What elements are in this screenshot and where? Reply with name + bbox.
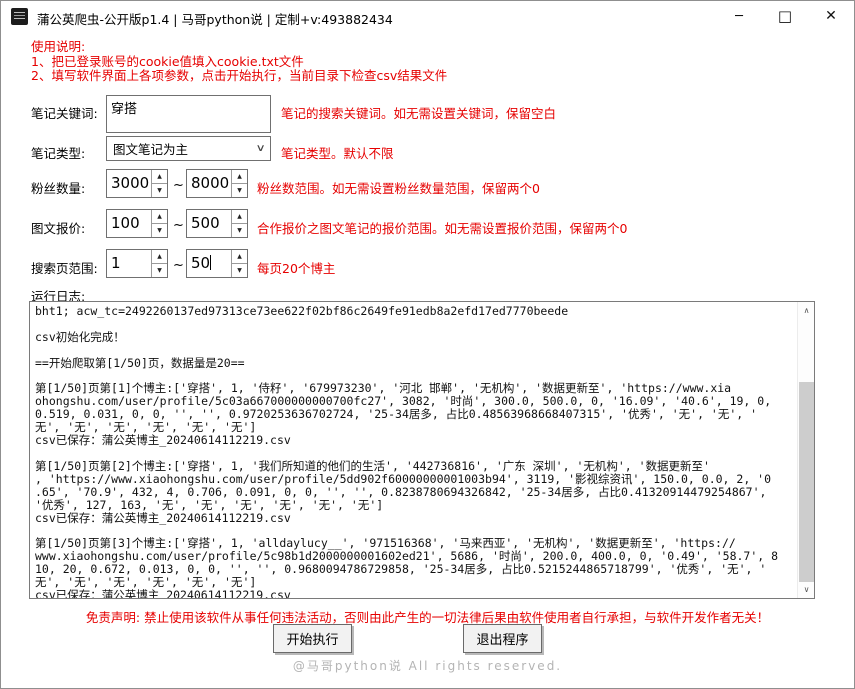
disclaimer-text: 免责声明: 禁止使用该软件从事任何违法活动，否则由此产生的一切法律后果由软件使用… bbox=[85, 610, 770, 625]
spin-down-icon[interactable]: ▼ bbox=[232, 184, 247, 197]
price-max-spinner[interactable]: 500 ▲ ▼ bbox=[186, 209, 248, 238]
pages-max-value: 50 bbox=[191, 254, 211, 272]
scroll-down-icon[interactable]: ∨ bbox=[798, 581, 815, 598]
run-log-panel: bht1; acw_tc=2492260137ed97313ce73ee622f… bbox=[29, 301, 815, 599]
spin-down-icon[interactable]: ▼ bbox=[152, 264, 167, 277]
maximize-icon[interactable]: □ bbox=[762, 1, 808, 31]
price-min-spinner[interactable]: 100 ▲ ▼ bbox=[106, 209, 168, 238]
title-bar[interactable]: 蒲公英爬虫-公开版p1.4 | 马哥python说 | 定制+v:4938824… bbox=[1, 1, 854, 31]
spin-up-icon[interactable]: ▲ bbox=[232, 170, 247, 184]
fans-min-spinner[interactable]: 3000 ▲ ▼ bbox=[106, 169, 168, 198]
price-hint: 合作报价之图文笔记的报价范围。如无需设置报价范围，保留两个0 bbox=[257, 221, 628, 236]
window-title: 蒲公英爬虫-公开版p1.4 | 马哥python说 | 定制+v:4938824… bbox=[37, 12, 393, 27]
fans-max-spinner[interactable]: 8000 ▲ ▼ bbox=[186, 169, 248, 198]
scroll-up-icon[interactable]: ∧ bbox=[798, 302, 815, 319]
copyright-text: @马哥python说 All rights reserved. bbox=[292, 659, 563, 673]
spin-up-icon[interactable]: ▲ bbox=[152, 210, 167, 224]
fans-max-value: 8000 bbox=[191, 174, 230, 192]
fans-range-separator: ~ bbox=[173, 178, 184, 193]
pages-range-separator: ~ bbox=[173, 258, 184, 273]
log-scrollbar[interactable]: ∧ ∨ bbox=[797, 302, 814, 598]
pages-max-spinner[interactable]: 50 ▲ ▼ bbox=[186, 249, 248, 278]
start-button[interactable]: 开始执行 bbox=[273, 624, 352, 653]
price-min-value: 100 bbox=[111, 214, 140, 232]
keyword-label: 笔记关键词: bbox=[31, 106, 98, 121]
spin-down-icon[interactable]: ▼ bbox=[232, 224, 247, 237]
minimize-icon[interactable]: ─ bbox=[716, 1, 762, 31]
spin-up-icon[interactable]: ▲ bbox=[232, 250, 247, 264]
spin-down-icon[interactable]: ▼ bbox=[152, 184, 167, 197]
keyword-input[interactable]: 穿搭 bbox=[106, 95, 271, 133]
note-type-value: 图文笔记为主 bbox=[113, 142, 189, 157]
close-icon[interactable]: ✕ bbox=[808, 1, 854, 31]
pages-label: 搜索页范围: bbox=[31, 261, 98, 276]
scrollbar-thumb[interactable] bbox=[799, 382, 814, 582]
instructions-step-2: 2、填写软件界面上各项参数，点击开始执行，当前目录下检查csv结果文件 bbox=[31, 68, 448, 83]
spin-down-icon[interactable]: ▼ bbox=[232, 264, 247, 277]
fans-min-value: 3000 bbox=[111, 174, 150, 192]
fans-label: 粉丝数量: bbox=[31, 181, 86, 196]
pages-hint: 每页20个博主 bbox=[257, 261, 336, 276]
note-type-label: 笔记类型: bbox=[31, 146, 86, 161]
price-label: 图文报价: bbox=[31, 221, 86, 236]
pages-min-spinner[interactable]: 1 ▲ ▼ bbox=[106, 249, 168, 278]
spin-up-icon[interactable]: ▲ bbox=[152, 250, 167, 264]
app-window: 蒲公英爬虫-公开版p1.4 | 马哥python说 | 定制+v:4938824… bbox=[0, 0, 855, 689]
pages-min-value: 1 bbox=[111, 254, 121, 272]
keyword-hint: 笔记的搜索关键词。如无需设置关键词，保留空白 bbox=[281, 106, 557, 121]
text-cursor bbox=[210, 255, 212, 270]
chevron-down-icon: ∨ bbox=[255, 143, 266, 154]
spin-up-icon[interactable]: ▲ bbox=[152, 170, 167, 184]
window-controls: ─ □ ✕ bbox=[716, 1, 854, 31]
instructions-heading: 使用说明: bbox=[31, 39, 86, 54]
spin-up-icon[interactable]: ▲ bbox=[232, 210, 247, 224]
usage-instructions: 使用说明: 1、把已登录账号的cookie值填入cookie.txt文件 2、填… bbox=[31, 39, 448, 84]
note-type-select[interactable]: 图文笔记为主 ∨ bbox=[106, 136, 271, 161]
spin-down-icon[interactable]: ▼ bbox=[152, 224, 167, 237]
instructions-step-1: 1、把已登录账号的cookie值填入cookie.txt文件 bbox=[31, 53, 304, 69]
price-range-separator: ~ bbox=[173, 218, 184, 233]
app-icon bbox=[11, 8, 28, 25]
exit-button[interactable]: 退出程序 bbox=[463, 624, 542, 653]
run-log-text[interactable]: bht1; acw_tc=2492260137ed97313ce73ee622f… bbox=[30, 302, 797, 598]
price-max-value: 500 bbox=[191, 214, 220, 232]
fans-hint: 粉丝数范围。如无需设置粉丝数量范围，保留两个0 bbox=[257, 181, 540, 196]
note-type-hint: 笔记类型。默认不限 bbox=[281, 146, 394, 161]
